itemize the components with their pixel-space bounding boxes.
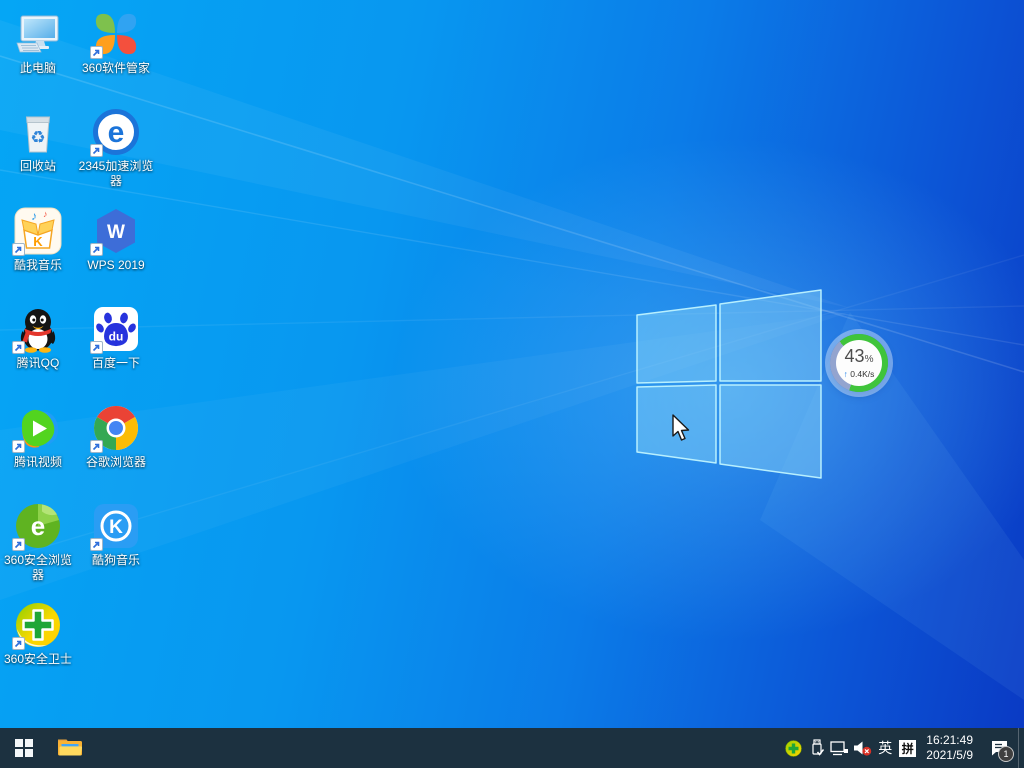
2345-browser-icon: e (90, 108, 140, 157)
desktop-icon-recycle-bin[interactable]: ♻ 回收站 (0, 104, 76, 174)
shortcut-arrow-icon (12, 341, 25, 354)
desktop-icon-label: 腾讯QQ (16, 356, 60, 370)
gauge-upload-speed: ↑ 0.4K/s (843, 368, 875, 379)
svg-text:W: W (107, 222, 125, 243)
shortcut-arrow-icon (90, 144, 103, 157)
desktop-icon-label: WPS 2019 (87, 258, 145, 272)
taskbar: 英 拼 16:21:49 2021/5/9 1 (0, 728, 1024, 768)
desktop-icon-label: 2345加速浏览器 (78, 159, 154, 188)
shortcut-arrow-icon (12, 637, 25, 650)
clock-time: 16:21:49 (926, 733, 973, 747)
desktop-icon-label: 酷狗音乐 (91, 553, 140, 567)
shortcut-arrow-icon (90, 341, 103, 354)
desktop-icon-label: 腾讯视频 (13, 455, 62, 469)
desktop-icon-label: 360安全浏览器 (3, 553, 73, 582)
system-tray: 英 拼 16:21:49 2021/5/9 1 (782, 728, 1024, 768)
notification-count-badge: 1 (998, 746, 1014, 762)
360-safe-browser-icon: e (12, 502, 62, 551)
desktop-icon-360-security[interactable]: 360安全卫士 (0, 597, 76, 667)
desktop-icon-label: 回收站 (19, 159, 56, 173)
desktop-icon-label: 此电脑 (19, 61, 56, 75)
desktop-icon-360-browser[interactable]: e 360安全浏览器 (0, 498, 76, 583)
chrome-icon (90, 404, 140, 453)
shortcut-arrow-icon (12, 538, 25, 551)
svg-text:♪: ♪ (31, 209, 37, 223)
shortcut-arrow-icon (90, 46, 103, 59)
clock-date: 2021/5/9 (926, 748, 973, 762)
tray-usb-icon[interactable] (805, 728, 828, 768)
windows-start-icon (15, 739, 33, 757)
svg-text:♻: ♻ (30, 128, 45, 147)
desktop-icon-label: 360软件管家 (81, 61, 151, 75)
desktop-icon-2345-browser[interactable]: e 2345加速浏览器 (78, 104, 154, 189)
desktop-icon-wps-2019[interactable]: W WPS 2019 (78, 203, 154, 273)
gauge-percent: 43% (844, 345, 874, 366)
desktop-icon-kuwo-music[interactable]: K ♪ ♪ 酷我音乐 (0, 203, 76, 273)
desktop-icon-kugou-music[interactable]: K 酷狗音乐 (78, 498, 154, 568)
desktop-icon-label: 百度一下 (91, 356, 140, 370)
tray-volume-muted-icon[interactable] (851, 728, 874, 768)
svg-text:K: K (109, 517, 123, 538)
folder-icon (57, 735, 83, 762)
svg-text:e: e (108, 116, 125, 149)
shortcut-arrow-icon (12, 243, 25, 256)
tencent-video-icon (12, 404, 62, 453)
desktop-icon-label: 360安全卫士 (3, 652, 73, 666)
kugou-music-icon: K (90, 502, 140, 551)
desktop-icon-label: 酷我音乐 (13, 258, 62, 272)
file-explorer-button[interactable] (48, 728, 92, 768)
shortcut-arrow-icon (12, 440, 25, 453)
desktop-icon-baidu[interactable]: du 百度一下 (78, 301, 154, 371)
desktop-icon-tencent-qq[interactable]: 腾讯QQ (0, 301, 76, 371)
network-speed-gauge[interactable]: 43% ↑ 0.4K/s (830, 334, 888, 392)
desktop-icon-this-pc[interactable]: 此电脑 (0, 6, 76, 76)
taskbar-clock[interactable]: 16:21:49 2021/5/9 (919, 728, 980, 768)
360-security-guard-icon (12, 601, 62, 650)
mouse-cursor (671, 414, 693, 449)
360-software-manager-icon (90, 10, 140, 59)
desktop-wallpaper: 此电脑 ♻ 回收站 K ♪ ♪ 酷我音乐 腾讯QQ 腾讯视频 e 360安全浏览… (0, 0, 1024, 728)
ime-pinyin-icon[interactable]: 拼 (896, 728, 919, 768)
recycle-bin-icon: ♻ (14, 108, 62, 156)
shortcut-arrow-icon (90, 440, 103, 453)
svg-text:♪: ♪ (43, 209, 48, 219)
svg-text:K: K (33, 234, 43, 249)
desktop-icon-chrome[interactable]: 谷歌浏览器 (78, 400, 154, 470)
this-pc-icon (14, 10, 62, 58)
desktop-icon-tencent-video[interactable]: 腾讯视频 (0, 400, 76, 470)
shortcut-arrow-icon (90, 243, 103, 256)
show-desktop-button[interactable] (1018, 728, 1024, 768)
baidu-icon: du (90, 305, 140, 354)
kuwo-music-icon: K ♪ ♪ (12, 207, 62, 256)
tencent-qq-icon (12, 305, 62, 354)
tray-360-safe-icon[interactable] (782, 728, 805, 768)
tray-network-icon[interactable] (828, 728, 851, 768)
desktop-icon-label: 谷歌浏览器 (85, 455, 146, 469)
svg-text:e: e (31, 511, 45, 541)
action-center-button[interactable]: 1 (980, 728, 1018, 768)
wps-2019-icon: W (90, 207, 140, 256)
shortcut-arrow-icon (90, 538, 103, 551)
svg-text:du: du (109, 330, 124, 344)
ime-language-indicator[interactable]: 英 (874, 728, 896, 768)
desktop-icon-360-software-manager[interactable]: 360软件管家 (78, 6, 154, 76)
upload-arrow-icon: ↑ (843, 368, 848, 379)
start-button[interactable] (0, 728, 48, 768)
network-speed-gauge-face: 43% ↑ 0.4K/s (836, 340, 882, 386)
